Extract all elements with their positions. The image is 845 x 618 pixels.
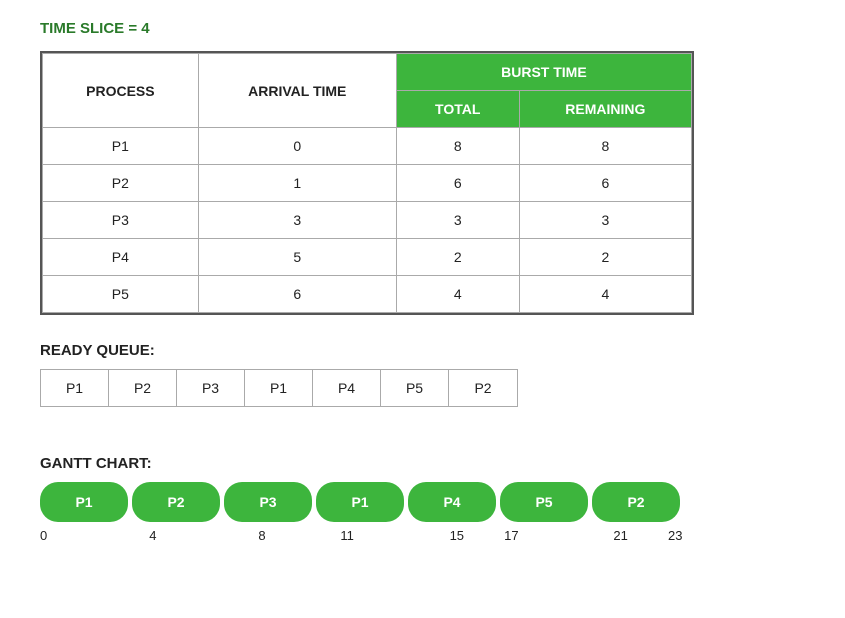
gantt-chart-label: GANTT CHART: xyxy=(40,455,805,472)
gantt-time-7: 23 xyxy=(668,528,682,543)
gantt-time-5: 17 xyxy=(504,528,518,543)
cell-remaining-2: 3 xyxy=(519,202,691,239)
queue-item-4: P4 xyxy=(313,370,381,406)
gantt-block-2: P3 xyxy=(224,482,312,522)
gantt-block-5: P5 xyxy=(500,482,588,522)
col-header-burst: BURST TIME xyxy=(396,54,691,91)
queue-item-0: P1 xyxy=(41,370,109,406)
col-header-remaining: REMAINING xyxy=(519,91,691,128)
gantt-time-0: 0 xyxy=(40,528,47,543)
gantt-block-6: P2 xyxy=(592,482,680,522)
queue-item-6: P2 xyxy=(449,370,517,406)
gantt-time-4: 15 xyxy=(450,528,464,543)
queue-item-3: P1 xyxy=(245,370,313,406)
cell-remaining-1: 6 xyxy=(519,165,691,202)
gantt-time-1: 4 xyxy=(149,528,156,543)
cell-process-2: P3 xyxy=(43,202,199,239)
cell-arrival-0: 0 xyxy=(198,128,396,165)
cell-total-1: 6 xyxy=(396,165,519,202)
ready-queue-section: READY QUEUE: P1P2P3P1P4P5P2 xyxy=(40,342,805,435)
time-slice-label: TIME SLICE = 4 xyxy=(40,20,805,37)
table-row: P5644 xyxy=(43,276,692,313)
process-table: PROCESS ARRIVAL TIME BURST TIME TOTAL RE… xyxy=(42,53,692,313)
process-table-container: PROCESS ARRIVAL TIME BURST TIME TOTAL RE… xyxy=(40,51,694,315)
ready-queue: P1P2P3P1P4P5P2 xyxy=(40,369,518,407)
ready-queue-label: READY QUEUE: xyxy=(40,342,805,359)
cell-process-4: P5 xyxy=(43,276,199,313)
table-row: P3333 xyxy=(43,202,692,239)
col-header-arrival: ARRIVAL TIME xyxy=(198,54,396,128)
cell-total-2: 3 xyxy=(396,202,519,239)
gantt-block-0: P1 xyxy=(40,482,128,522)
gantt-block-4: P4 xyxy=(408,482,496,522)
gantt-time-labels: 0481115172123 xyxy=(40,528,676,548)
gantt-block-3: P1 xyxy=(316,482,404,522)
cell-arrival-3: 5 xyxy=(198,239,396,276)
cell-total-0: 8 xyxy=(396,128,519,165)
cell-arrival-2: 3 xyxy=(198,202,396,239)
cell-total-4: 4 xyxy=(396,276,519,313)
queue-item-2: P3 xyxy=(177,370,245,406)
table-row: P1088 xyxy=(43,128,692,165)
cell-arrival-1: 1 xyxy=(198,165,396,202)
cell-remaining-0: 8 xyxy=(519,128,691,165)
gantt-block-1: P2 xyxy=(132,482,220,522)
table-row: P4522 xyxy=(43,239,692,276)
cell-process-0: P1 xyxy=(43,128,199,165)
table-row: P2166 xyxy=(43,165,692,202)
cell-remaining-3: 2 xyxy=(519,239,691,276)
col-header-process: PROCESS xyxy=(43,54,199,128)
queue-item-5: P5 xyxy=(381,370,449,406)
gantt-chart-section: GANTT CHART: P1P2P3P1P4P5P2 048111517212… xyxy=(40,455,805,548)
cell-total-3: 2 xyxy=(396,239,519,276)
cell-arrival-4: 6 xyxy=(198,276,396,313)
col-header-total: TOTAL xyxy=(396,91,519,128)
cell-remaining-4: 4 xyxy=(519,276,691,313)
cell-process-1: P2 xyxy=(43,165,199,202)
gantt-blocks: P1P2P3P1P4P5P2 xyxy=(40,482,805,522)
cell-process-3: P4 xyxy=(43,239,199,276)
queue-item-1: P2 xyxy=(109,370,177,406)
gantt-time-2: 8 xyxy=(258,528,265,543)
gantt-time-6: 21 xyxy=(613,528,627,543)
gantt-time-3: 11 xyxy=(340,528,354,543)
